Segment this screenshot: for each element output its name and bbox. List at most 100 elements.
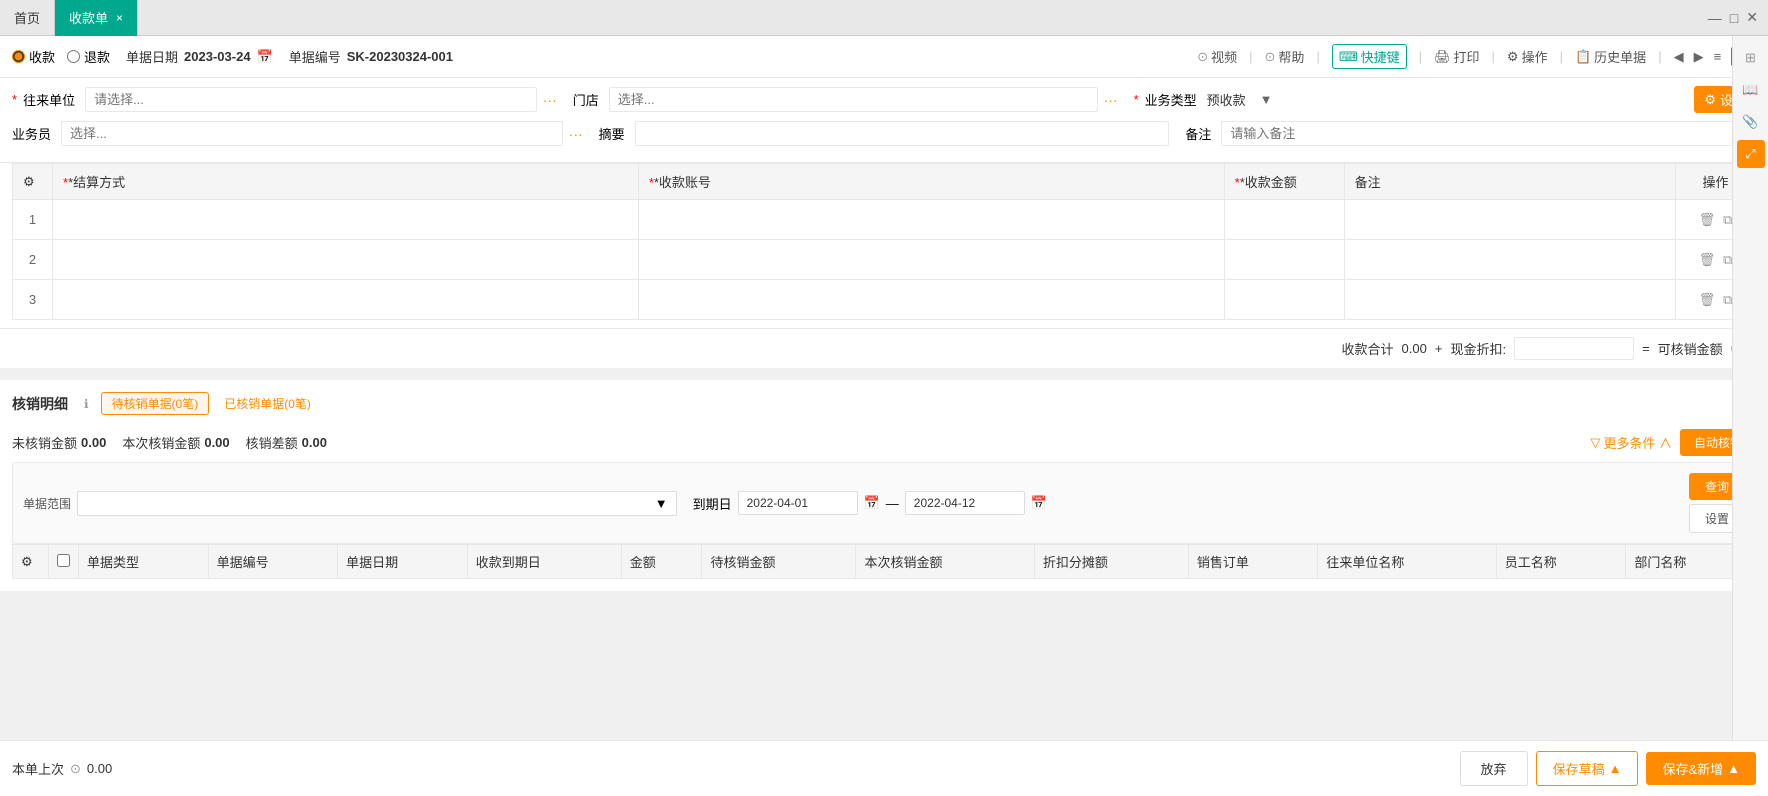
bt-col-receipt-due: 收款到期日 bbox=[467, 545, 621, 579]
range-select[interactable]: ▼ bbox=[77, 491, 677, 516]
more-conditions-btn[interactable]: ▽ 更多条件 ∧ bbox=[1590, 433, 1672, 452]
store-field: 门店 ··· bbox=[573, 87, 1118, 112]
history-icon: 📋 bbox=[1575, 49, 1591, 65]
prev-info-icon[interactable]: ⊙ bbox=[70, 761, 81, 777]
table-gear-icon[interactable]: ⚙ bbox=[23, 174, 35, 189]
footer: 本单上次 ⊙ 0.00 放弃 保存草稿 ▲ 保存&新增 ▲ bbox=[0, 740, 1768, 796]
top-toolbar: 收款 退款 单据日期 2023-03-24 📅 单据编号 SK-20230324… bbox=[0, 36, 1768, 78]
query-form: 单据范围 ▼ 到期日 📅 — 📅 查询 设置 bbox=[12, 462, 1756, 544]
save-draft-button[interactable]: 保存草稿 ▲ bbox=[1536, 751, 1639, 786]
date-label: 到期日 bbox=[693, 494, 732, 513]
calendar-from-icon[interactable]: 📅 bbox=[864, 495, 880, 511]
nav-list-icon[interactable]: ≡ bbox=[1714, 49, 1722, 64]
summary-input[interactable] bbox=[635, 121, 1170, 146]
calendar-to-icon[interactable]: 📅 bbox=[1031, 495, 1047, 511]
row1-copy-icon[interactable]: ⧉ bbox=[1723, 212, 1732, 228]
stat-diff: 核销差额 0.00 bbox=[246, 433, 327, 452]
discount-input[interactable] bbox=[1514, 337, 1634, 360]
window-controls: — □ ✕ bbox=[1708, 9, 1768, 26]
tab-receipt-close[interactable]: × bbox=[116, 11, 123, 25]
partner-more-btn[interactable]: ··· bbox=[543, 92, 557, 108]
bt-col-discount: 折扣分摊额 bbox=[1034, 545, 1188, 579]
bt-col-writeoff-amount: 本次核销金额 bbox=[856, 545, 1034, 579]
tab-home[interactable]: 首页 bbox=[0, 0, 55, 36]
writeoff-table: ⚙ 单据类型 单据编号 单据日期 收款到期日 bbox=[12, 544, 1756, 579]
range-select-arrow: ▼ bbox=[655, 496, 668, 511]
shortcut-btn[interactable]: ⌨ 快捷键 bbox=[1332, 44, 1407, 69]
row3-delete-icon[interactable]: 🗑 bbox=[1699, 292, 1716, 308]
history-btn[interactable]: 📋 历史单据 bbox=[1575, 47, 1646, 66]
staff-input[interactable] bbox=[61, 121, 563, 146]
row2-delete-icon[interactable]: 🗑 bbox=[1699, 252, 1716, 268]
save-new-button[interactable]: 保存&新增 ▲ bbox=[1646, 752, 1756, 785]
table-row: 1 🗑 ⧉ bbox=[13, 200, 1756, 240]
receipt-type-group: 收款 退款 bbox=[12, 47, 110, 66]
total-label: 收款合计 bbox=[1342, 339, 1394, 358]
row1-delete-icon[interactable]: 🗑 bbox=[1699, 212, 1716, 228]
doc-date-value: 2023-03-24 bbox=[184, 49, 251, 64]
minimize-btn[interactable]: — bbox=[1708, 10, 1722, 26]
writeoff-tabs: 待核销单据(0笔) 已核销单据(0笔) bbox=[101, 392, 322, 415]
remark-input[interactable] bbox=[1221, 121, 1756, 146]
range-label: 单据范围 bbox=[23, 495, 71, 512]
print-btn[interactable]: 🖨 打印 bbox=[1434, 47, 1480, 66]
video-icon: ⊙ bbox=[1197, 49, 1208, 65]
table-row: 2 🗑 ⧉ bbox=[13, 240, 1756, 280]
maximize-btn[interactable]: □ bbox=[1730, 10, 1738, 26]
right-panel-expand-icon[interactable]: ⤢ bbox=[1737, 140, 1765, 168]
row3-copy-icon[interactable]: ⧉ bbox=[1723, 292, 1732, 308]
doc-no-label: 单据编号 bbox=[289, 47, 341, 66]
row2-copy-icon[interactable]: ⧉ bbox=[1723, 252, 1732, 268]
writeoff-info-icon[interactable]: ℹ bbox=[84, 397, 89, 411]
discard-button[interactable]: 放弃 bbox=[1460, 751, 1528, 786]
bt-col-partner-name: 往来单位名称 bbox=[1318, 545, 1496, 579]
table-section: ⚙ **结算方式 **收款账号 **收款金额 备注 操作 bbox=[0, 163, 1768, 328]
staff-field: 业务员 ··· bbox=[12, 121, 583, 146]
doc-date-label: 单据日期 bbox=[126, 47, 178, 66]
partner-input[interactable] bbox=[85, 87, 537, 112]
bt-col-doc-type: 单据类型 bbox=[79, 545, 209, 579]
tab-receipt-label: 收款单 bbox=[69, 8, 108, 27]
biz-type-arrow[interactable]: ▼ bbox=[1260, 92, 1273, 107]
right-panel: ⊞ 📖 📎 ⤢ bbox=[1732, 36, 1768, 796]
bt-select-all-checkbox[interactable] bbox=[57, 554, 70, 567]
radio-receipt[interactable]: 收款 bbox=[12, 47, 55, 66]
tab-receipt[interactable]: 收款单 × bbox=[55, 0, 138, 36]
staff-label: 业务员 bbox=[12, 124, 51, 143]
save-draft-arrow-icon: ▲ bbox=[1609, 761, 1622, 776]
form-row-2: 业务员 ··· 摘要 备注 bbox=[12, 121, 1756, 146]
right-panel-book-icon[interactable]: 📖 bbox=[1737, 76, 1765, 104]
close-window-btn[interactable]: ✕ bbox=[1746, 9, 1758, 26]
keyboard-icon: ⌨ bbox=[1339, 49, 1358, 65]
plus-symbol: + bbox=[1435, 341, 1443, 356]
nav-prev-icon[interactable]: ◀ bbox=[1674, 49, 1684, 65]
radio-refund[interactable]: 退款 bbox=[67, 47, 110, 66]
calendar-icon[interactable]: 📅 bbox=[257, 49, 273, 65]
col-settle-method: **结算方式 bbox=[53, 164, 639, 200]
operation-btn[interactable]: ⚙ 操作 bbox=[1507, 47, 1548, 66]
bt-col-doc-no: 单据编号 bbox=[208, 545, 338, 579]
writeoff-tab-done[interactable]: 已核销单据(0笔) bbox=[213, 392, 322, 415]
writeoff-tab-pending[interactable]: 待核销单据(0笔) bbox=[101, 392, 210, 415]
staff-more-btn[interactable]: ··· bbox=[569, 126, 583, 142]
remark-field: 备注 bbox=[1185, 121, 1756, 146]
biz-type-value: 预收款 bbox=[1207, 90, 1246, 109]
footer-right: 放弃 保存草稿 ▲ 保存&新增 ▲ bbox=[1460, 751, 1756, 786]
video-btn[interactable]: ⊙ 视频 bbox=[1197, 47, 1237, 66]
right-panel-attachment-icon[interactable]: 📎 bbox=[1737, 108, 1765, 136]
help-btn[interactable]: ⊙ 帮助 bbox=[1265, 47, 1305, 66]
date-to-input[interactable] bbox=[905, 491, 1025, 515]
bt-col-pending-amount: 待核销金额 bbox=[702, 545, 856, 579]
bt-col-checkbox bbox=[49, 545, 79, 579]
bt-gear-icon[interactable]: ⚙ bbox=[21, 554, 33, 569]
store-more-btn[interactable]: ··· bbox=[1104, 92, 1118, 108]
summary-row: 收款合计 0.00 + 现金折扣: = 可核销金额 0.00 bbox=[0, 328, 1768, 368]
right-panel-table-icon[interactable]: ⊞ bbox=[1737, 44, 1765, 72]
range-field: 单据范围 ▼ bbox=[23, 491, 677, 516]
writeoff-section: 核销明细 ℹ 待核销单据(0笔) 已核销单据(0笔) 未核销金额 0.00 本次… bbox=[0, 376, 1768, 591]
store-input[interactable] bbox=[609, 87, 1098, 112]
nav-next-icon[interactable]: ▶ bbox=[1694, 49, 1704, 65]
col-gear: ⚙ bbox=[13, 164, 53, 200]
remark-label: 备注 bbox=[1185, 124, 1211, 143]
date-from-input[interactable] bbox=[738, 491, 858, 515]
